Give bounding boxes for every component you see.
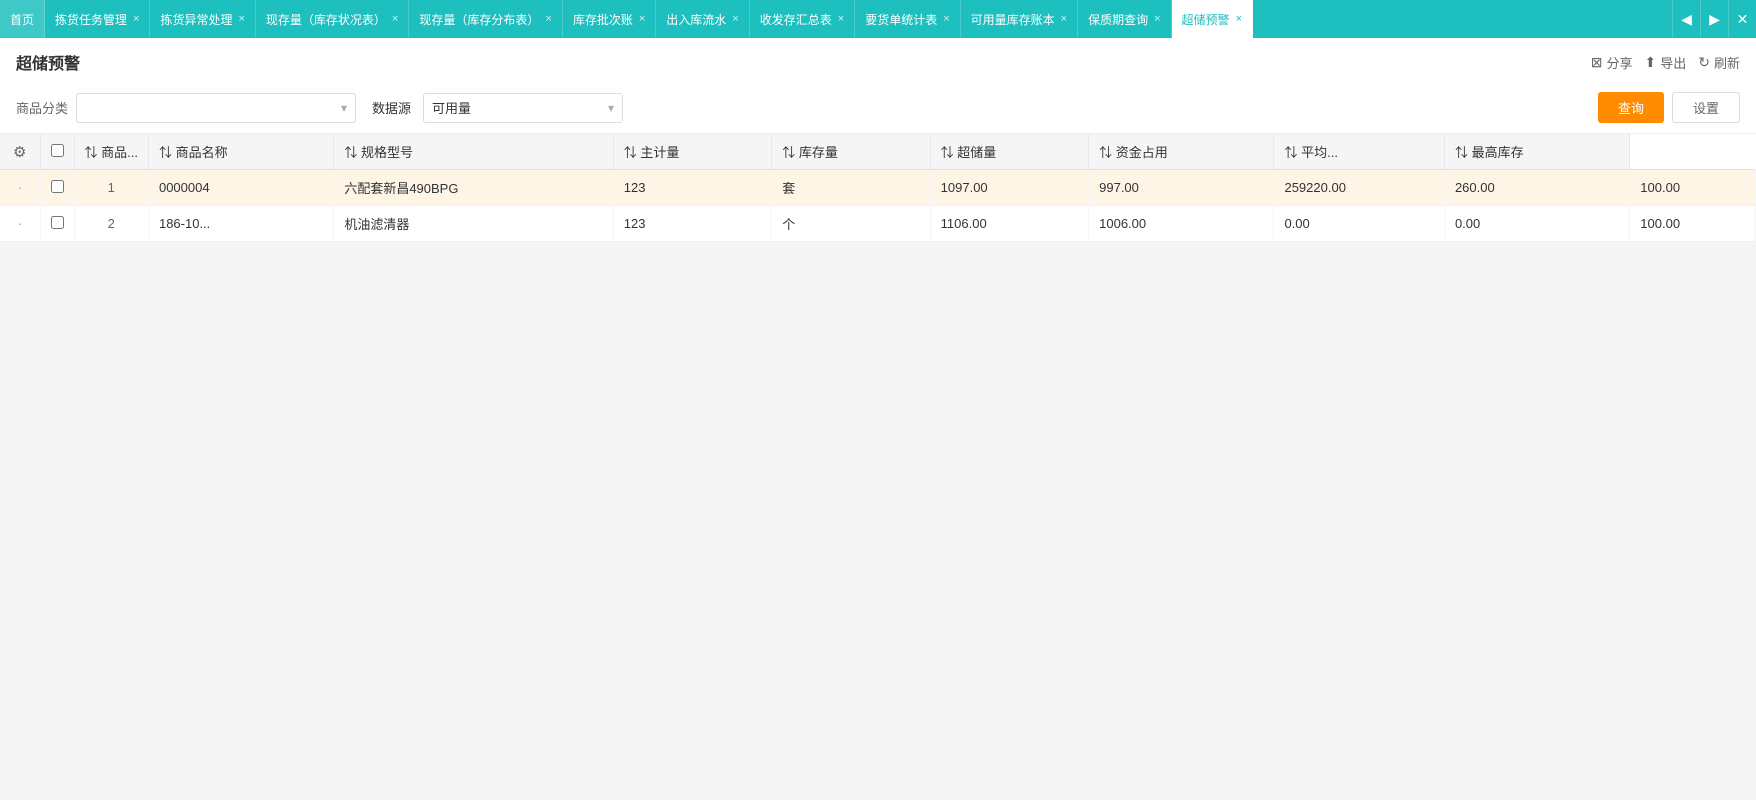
- row-avg: 260.00: [1444, 170, 1629, 206]
- export-icon: ⬆: [1645, 54, 1657, 71]
- close-icon[interactable]: ×: [1154, 14, 1160, 25]
- datasource-filter-group: 数据源 可用量 ▾: [372, 93, 623, 123]
- close-icon[interactable]: ×: [133, 14, 139, 25]
- nav-item-flow[interactable]: 出入库流水 ×: [656, 0, 749, 38]
- nav-item-available[interactable]: 可用量库存账本 ×: [961, 0, 1078, 38]
- page-header: 超储预警 ⊠ 分享 ⬆ 导出 ↻ 刷新: [0, 38, 1756, 82]
- row-over: 997.00: [1089, 170, 1274, 206]
- nav-item-task[interactable]: 拣货任务管理 ×: [45, 0, 150, 38]
- th-spec[interactable]: ⇅ 规格型号: [334, 134, 613, 170]
- datasource-label: 数据源: [372, 98, 411, 117]
- table-row: · 2 186-10... 机油滤清器 123 个 1106.00 1006.0…: [0, 206, 1756, 242]
- row-index: 1: [74, 170, 148, 206]
- close-icon[interactable]: ×: [1236, 14, 1242, 25]
- row-index: 2: [74, 206, 148, 242]
- th-max[interactable]: ⇅ 最高库存: [1444, 134, 1629, 170]
- close-icon[interactable]: ×: [943, 14, 949, 25]
- nav-item-order-stat[interactable]: 要货单统计表 ×: [855, 0, 960, 38]
- row-checkbox[interactable]: [51, 216, 64, 229]
- row-over: 1006.00: [1089, 206, 1274, 242]
- row-checkbox[interactable]: [51, 180, 64, 193]
- nav-item-stock-dist[interactable]: 现存量（库存分布表） ×: [409, 0, 562, 38]
- th-settings: ⚙: [0, 134, 40, 170]
- nav-item-exception[interactable]: 拣货异常处理 ×: [150, 0, 255, 38]
- th-checkbox: [40, 134, 74, 170]
- filter-bar: 商品分类 ▾ 数据源 可用量 ▾ 查询 设置: [0, 82, 1756, 134]
- th-avg[interactable]: ⇅ 平均...: [1274, 134, 1444, 170]
- row-max: 100.00: [1630, 170, 1756, 206]
- category-select[interactable]: ▾: [76, 93, 356, 123]
- filter-action-buttons: 查询 设置: [1598, 92, 1740, 123]
- share-icon: ⊠: [1591, 54, 1603, 71]
- chevron-down-icon: ▾: [341, 101, 347, 115]
- refresh-button[interactable]: ↻ 刷新: [1698, 53, 1740, 72]
- nav-item-overstock[interactable]: 超储预警 ×: [1172, 0, 1253, 38]
- row-checkbox-cell: [40, 170, 74, 206]
- close-icon[interactable]: ×: [838, 14, 844, 25]
- row-checkbox-cell: [40, 206, 74, 242]
- refresh-icon: ↻: [1698, 54, 1710, 71]
- select-all-checkbox[interactable]: [51, 144, 64, 157]
- row-spec: 123: [613, 170, 771, 206]
- chevron-down-icon: ▾: [608, 101, 614, 115]
- th-capital[interactable]: ⇅ 资金占用: [1089, 134, 1274, 170]
- row-name: 六配套新昌490BPG: [334, 170, 613, 206]
- nav-next-button[interactable]: ▶: [1700, 0, 1728, 38]
- export-button[interactable]: ⬆ 导出: [1645, 53, 1687, 72]
- row-capital: 0.00: [1274, 206, 1444, 242]
- close-icon[interactable]: ×: [639, 14, 645, 25]
- row-stock: 1097.00: [930, 170, 1088, 206]
- query-button[interactable]: 查询: [1598, 92, 1664, 123]
- row-unit: 个: [772, 206, 930, 242]
- row-max: 100.00: [1630, 206, 1756, 242]
- th-over[interactable]: ⇅ 超储量: [930, 134, 1088, 170]
- nav-item-summary[interactable]: 收发存汇总表 ×: [750, 0, 855, 38]
- row-spec: 123: [613, 206, 771, 242]
- header-actions: ⊠ 分享 ⬆ 导出 ↻ 刷新: [1591, 53, 1740, 72]
- category-label: 商品分类: [16, 98, 68, 117]
- top-navigation: 首页 拣货任务管理 × 拣货异常处理 × 现存量（库存状况表） × 现存量（库存…: [0, 0, 1756, 38]
- nav-item-batch[interactable]: 库存批次账 ×: [563, 0, 656, 38]
- nav-item-home[interactable]: 首页: [0, 0, 45, 38]
- row-code: 0000004: [148, 170, 333, 206]
- nav-close-button[interactable]: ✕: [1728, 0, 1756, 38]
- table-header-row: ⚙ ⇅ 商品... ⇅ 商品名称 ⇅ 规格型号 ⇅ 主计量 ⇅: [0, 134, 1756, 170]
- close-icon[interactable]: ×: [392, 14, 398, 25]
- gear-icon[interactable]: ⚙: [13, 144, 26, 161]
- table-row: · 1 0000004 六配套新昌490BPG 123 套 1097.00 99…: [0, 170, 1756, 206]
- nav-arrows: ◀ ▶ ✕: [1672, 0, 1756, 38]
- share-button[interactable]: ⊠ 分享: [1591, 53, 1633, 72]
- row-name: 机油滤清器: [334, 206, 613, 242]
- category-filter-group: 商品分类 ▾: [16, 93, 356, 123]
- row-avg: 0.00: [1444, 206, 1629, 242]
- row-stock: 1106.00: [930, 206, 1088, 242]
- nav-prev-button[interactable]: ◀: [1672, 0, 1700, 38]
- row-unit: 套: [772, 170, 930, 206]
- close-icon[interactable]: ×: [238, 14, 244, 25]
- row-settings-cell: ·: [0, 206, 40, 242]
- th-stock[interactable]: ⇅ 库存量: [772, 134, 930, 170]
- row-code: 186-10...: [148, 206, 333, 242]
- page-title: 超储预警: [16, 50, 80, 74]
- settings-button[interactable]: 设置: [1672, 92, 1740, 123]
- close-icon[interactable]: ×: [1061, 14, 1067, 25]
- data-table-container: ⚙ ⇅ 商品... ⇅ 商品名称 ⇅ 规格型号 ⇅ 主计量 ⇅: [0, 134, 1756, 242]
- row-capital: 259220.00: [1274, 170, 1444, 206]
- datasource-select[interactable]: 可用量 ▾: [423, 93, 623, 123]
- th-name[interactable]: ⇅ 商品名称: [148, 134, 333, 170]
- nav-item-expiry[interactable]: 保质期查询 ×: [1078, 0, 1171, 38]
- close-icon[interactable]: ×: [732, 14, 738, 25]
- close-icon[interactable]: ×: [545, 14, 551, 25]
- overstock-table: ⚙ ⇅ 商品... ⇅ 商品名称 ⇅ 规格型号 ⇅ 主计量 ⇅: [0, 134, 1756, 242]
- nav-item-stock-status[interactable]: 现存量（库存状况表） ×: [256, 0, 409, 38]
- row-settings-cell: ·: [0, 170, 40, 206]
- th-unit[interactable]: ⇅ 主计量: [613, 134, 771, 170]
- th-code[interactable]: ⇅ 商品...: [74, 134, 148, 170]
